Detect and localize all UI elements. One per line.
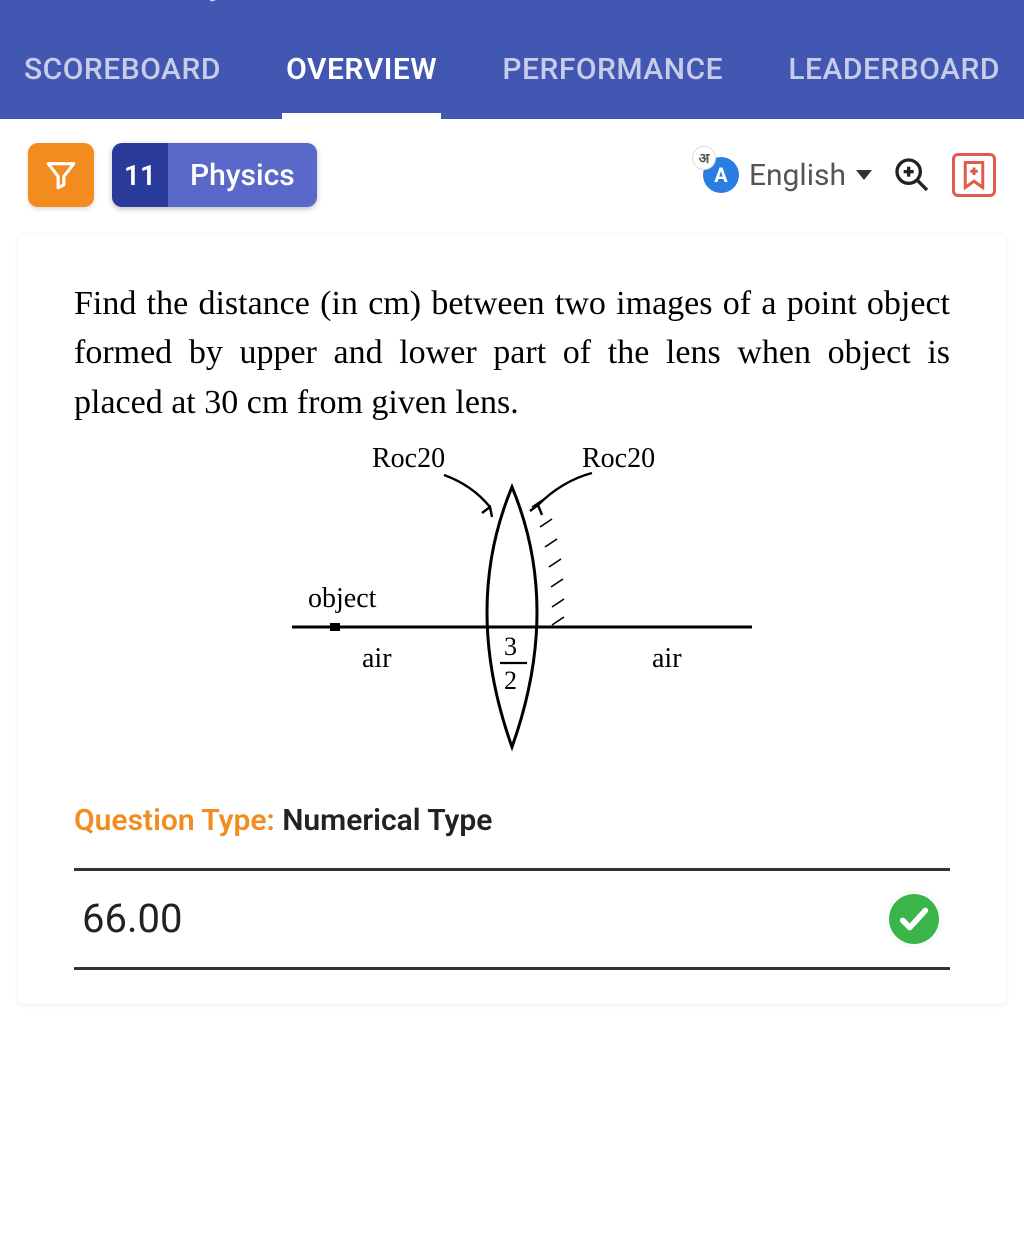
language-label: English xyxy=(749,158,846,193)
diagram-label-air-left: air xyxy=(362,643,392,674)
diagram-label-roc-right: Roc20 xyxy=(582,443,655,474)
question-type-value: Numerical Type xyxy=(282,803,492,838)
tab-overview[interactable]: OVERVIEW xyxy=(282,52,441,119)
question-card: Find the distance (in cm) between two im… xyxy=(18,235,1006,1004)
language-selector[interactable]: A English xyxy=(703,157,872,193)
chevron-down-icon xyxy=(856,170,872,180)
diagram-label-air-right: air xyxy=(652,643,682,674)
zoom-in-icon xyxy=(892,155,932,195)
diagram-index-denominator: 2 xyxy=(504,666,517,695)
diagram-index-numerator: 3 xyxy=(504,632,517,661)
question-type-row: Question Type: Numerical Type xyxy=(74,803,950,838)
lens-diagram: Roc20 Roc20 object air air 3 2 xyxy=(74,437,950,777)
filter-button[interactable] xyxy=(28,143,94,207)
tabs-bar: SCOREBOARD OVERVIEW PERFORMANCE LEADERBO… xyxy=(0,12,1024,119)
diagram-label-object: object xyxy=(308,583,377,614)
tab-scoreboard[interactable]: SCOREBOARD xyxy=(20,52,225,119)
tab-leaderboard[interactable]: LEADERBOARD xyxy=(784,52,1004,119)
question-type-label: Question Type: xyxy=(74,803,275,838)
toolbar: 11 Physics A English xyxy=(0,119,1024,227)
answer-value: 66.00 xyxy=(82,895,182,942)
bookmark-button[interactable] xyxy=(952,153,996,197)
diagram-label-roc-left: Roc20 xyxy=(372,443,445,474)
question-subject: Physics xyxy=(168,143,317,207)
zoom-in-button[interactable] xyxy=(890,153,934,197)
question-text: Find the distance (in cm) between two im… xyxy=(74,279,950,427)
funnel-icon xyxy=(44,158,78,192)
checkmark-icon xyxy=(897,902,931,936)
header-title-clipped: JLL Auv Iviujui xyxy=(0,0,1024,12)
tab-performance[interactable]: PERFORMANCE xyxy=(498,52,727,119)
question-number: 11 xyxy=(112,143,168,207)
answer-row: 66.00 xyxy=(74,868,950,970)
bookmark-plus-icon xyxy=(961,160,987,190)
correct-badge xyxy=(886,891,942,947)
language-badge-icon: A xyxy=(703,157,739,193)
question-chip[interactable]: 11 Physics xyxy=(112,143,317,207)
